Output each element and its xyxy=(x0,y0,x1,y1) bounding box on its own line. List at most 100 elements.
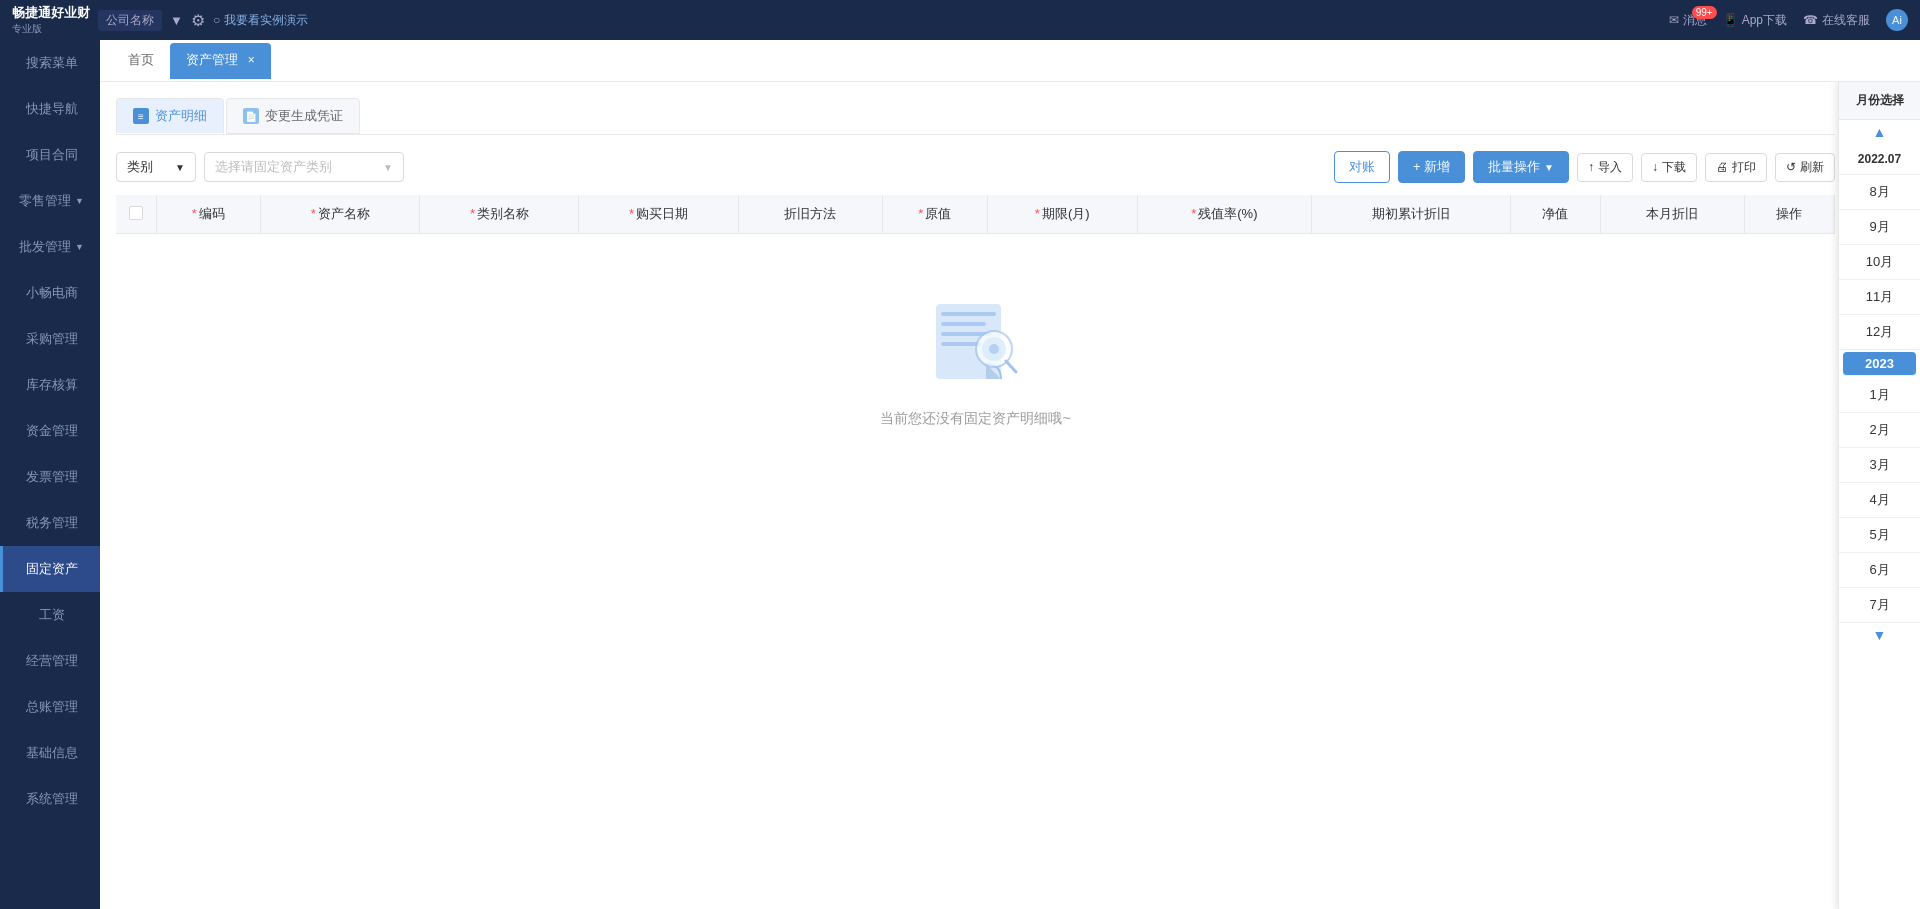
col-action: 操作 xyxy=(1744,195,1834,234)
month-2023-06[interactable]: 6月 xyxy=(1839,553,1920,588)
sidebar-item-invoice[interactable]: 发票管理 xyxy=(0,454,100,500)
month-2023-02[interactable]: 2月 xyxy=(1839,413,1920,448)
download-icon: ↓ xyxy=(1652,160,1658,174)
batch-ops-button[interactable]: 批量操作 ▼ xyxy=(1473,151,1569,183)
sidebar-item-label: 搜索菜单 xyxy=(3,54,100,72)
category-input-arrow: ▼ xyxy=(383,162,393,173)
sidebar-item-inventory[interactable]: 库存核算 xyxy=(0,362,100,408)
sidebar-item-ledger[interactable]: 总账管理 xyxy=(0,684,100,730)
sub-tab-asset-detail[interactable]: ≡ 资产明细 xyxy=(116,98,224,134)
app-download-icon: 📱 xyxy=(1723,13,1738,27)
sidebar-item-purchase[interactable]: 采购管理 xyxy=(0,316,100,362)
month-2023-03[interactable]: 3月 xyxy=(1839,448,1920,483)
sidebar-item-label: 系统管理 xyxy=(3,790,100,808)
company-selector[interactable]: 公司名称 xyxy=(98,10,162,31)
empty-illustration xyxy=(916,294,1036,394)
app-download-button[interactable]: 📱 App下载 xyxy=(1723,12,1787,29)
user-avatar[interactable]: Ai xyxy=(1886,9,1908,31)
sidebar-item-finance[interactable]: 资金管理 xyxy=(0,408,100,454)
message-badge: 99+ xyxy=(1692,6,1717,19)
month-2023-04[interactable]: 4月 xyxy=(1839,483,1920,518)
table: *编码 *资产名称 *类别名称 *购买日期 折旧方法 *原值 *期限(月) *残… xyxy=(116,195,1835,234)
sidebar-item-quick-nav[interactable]: 快捷导航 xyxy=(0,86,100,132)
online-service-button[interactable]: ☎ 在线客服 xyxy=(1803,12,1870,29)
message-button[interactable]: ✉ 消息 99+ xyxy=(1669,12,1707,29)
toolbar-right: 对账 + 新增 批量操作 ▼ ↑ 导入 xyxy=(1334,151,1835,183)
sidebar-item-operations[interactable]: 经营管理 xyxy=(0,638,100,684)
month-2022-11[interactable]: 11月 xyxy=(1839,280,1920,315)
user-icon: Ai xyxy=(1886,9,1908,31)
sidebar-item-project[interactable]: 项目合同 xyxy=(0,132,100,178)
month-2023-07[interactable]: 7月 xyxy=(1839,588,1920,623)
sidebar-item-fixed-assets[interactable]: 固定资产 xyxy=(0,546,100,592)
tab-home[interactable]: 首页 xyxy=(112,41,170,81)
sidebar-item-label: 小畅电商 xyxy=(3,284,100,302)
reconcile-button[interactable]: 对账 xyxy=(1334,151,1390,183)
sidebar-item-label: 发票管理 xyxy=(3,468,100,486)
col-check xyxy=(116,195,156,234)
sidebar-item-label: 采购管理 xyxy=(3,330,100,348)
tab-close-icon[interactable]: × xyxy=(248,53,255,67)
sidebar-item-label: 项目合同 xyxy=(3,146,100,164)
svg-point-8 xyxy=(989,344,999,354)
col-original-value: *原值 xyxy=(882,195,987,234)
svg-rect-2 xyxy=(941,322,986,326)
year-2023-badge[interactable]: 2023 xyxy=(1843,352,1916,376)
category-input[interactable]: 选择请固定资产类别 ▼ xyxy=(204,152,404,182)
month-picker-down-nav[interactable]: ▼ xyxy=(1839,623,1920,647)
company-dropdown-icon[interactable]: ▼ xyxy=(170,13,183,28)
month-picker-up-nav[interactable]: ▲ xyxy=(1839,120,1920,144)
sidebar-item-payroll[interactable]: 工资 xyxy=(0,592,100,638)
sidebar-item-retail[interactable]: 零售管理 ▼ xyxy=(0,178,100,224)
new-button[interactable]: + 新增 xyxy=(1398,151,1465,183)
sidebar-item-base-info[interactable]: 基础信息 xyxy=(0,730,100,776)
category-filter[interactable]: 类别 ▼ xyxy=(116,152,196,182)
app-name: 畅捷通好业财 xyxy=(12,4,90,22)
sidebar-item-label: 经营管理 xyxy=(3,652,100,670)
settings-icon[interactable]: ⚙ xyxy=(191,11,205,30)
col-net-value: 净值 xyxy=(1510,195,1600,234)
sidebar-item-label: 税务管理 xyxy=(3,514,100,532)
month-2023-01[interactable]: 1月 xyxy=(1839,378,1920,413)
month-2023-05[interactable]: 5月 xyxy=(1839,518,1920,553)
sub-tab-asset-detail-label: 资产明细 xyxy=(155,107,207,125)
refresh-button[interactable]: ↺ 刷新 xyxy=(1775,153,1835,182)
import-label: 导入 xyxy=(1598,159,1622,176)
svg-rect-1 xyxy=(941,312,996,316)
sidebar-item-label: 资金管理 xyxy=(3,422,100,440)
category-placeholder: 选择请固定资产类别 xyxy=(215,158,332,176)
sidebar-item-ecommerce[interactable]: 小畅电商 xyxy=(0,270,100,316)
reconcile-label: 对账 xyxy=(1349,158,1375,176)
tab-asset-management[interactable]: 资产管理 × xyxy=(170,43,271,79)
empty-svg xyxy=(916,294,1036,394)
sidebar-item-system[interactable]: 系统管理 xyxy=(0,776,100,822)
select-all-checkbox[interactable] xyxy=(129,206,143,220)
empty-state: 当前您还没有固定资产明细哦~ xyxy=(116,234,1835,488)
toolbar-left: 类别 ▼ 选择请固定资产类别 ▼ xyxy=(116,152,404,182)
month-2022-12[interactable]: 12月 xyxy=(1839,315,1920,350)
month-picker-panel[interactable]: 月份选择 ▲ 2022.07 8月 9月 10月 11月 12月 2023 1月… xyxy=(1838,82,1920,909)
app-subtitle: 专业版 xyxy=(12,22,90,36)
top-bar-left: 畅捷通好业财 专业版 公司名称 ▼ ⚙ ○ 我要看实例演示 xyxy=(12,4,308,36)
sidebar-item-tax[interactable]: 税务管理 xyxy=(0,500,100,546)
category-label: 类别 xyxy=(127,158,153,176)
top-bar: 畅捷通好业财 专业版 公司名称 ▼ ⚙ ○ 我要看实例演示 ✉ 消息 99+ 📱… xyxy=(0,0,1920,40)
col-category-name: *类别名称 xyxy=(420,195,579,234)
month-2022-10[interactable]: 10月 xyxy=(1839,245,1920,280)
month-2022-07[interactable]: 2022.07 xyxy=(1839,144,1920,175)
sidebar-item-label: 工资 xyxy=(3,606,100,624)
month-2022-09[interactable]: 9月 xyxy=(1839,210,1920,245)
sub-tab-change-voucher[interactable]: 📄 变更生成凭证 xyxy=(226,98,360,134)
chevron-down-icon: ▼ xyxy=(75,196,84,206)
demo-link[interactable]: ○ 我要看实例演示 xyxy=(213,12,308,29)
sidebar-item-wholesale[interactable]: 批发管理 ▼ xyxy=(0,224,100,270)
sidebar-item-label: 固定资产 xyxy=(3,560,100,578)
download-button[interactable]: ↓ 下载 xyxy=(1641,153,1697,182)
print-button[interactable]: 🖨 打印 xyxy=(1705,153,1767,182)
month-2022-08[interactable]: 8月 xyxy=(1839,175,1920,210)
sidebar: 搜索菜单 快捷导航 项目合同 零售管理 ▼ 批发管理 ▼ 小畅电商 采购管理 库… xyxy=(0,40,100,909)
sidebar-item-search[interactable]: 搜索菜单 xyxy=(0,40,100,86)
app-logo: 畅捷通好业财 专业版 xyxy=(12,4,90,36)
sidebar-item-label: 总账管理 xyxy=(3,698,100,716)
import-button[interactable]: ↑ 导入 xyxy=(1577,153,1633,182)
